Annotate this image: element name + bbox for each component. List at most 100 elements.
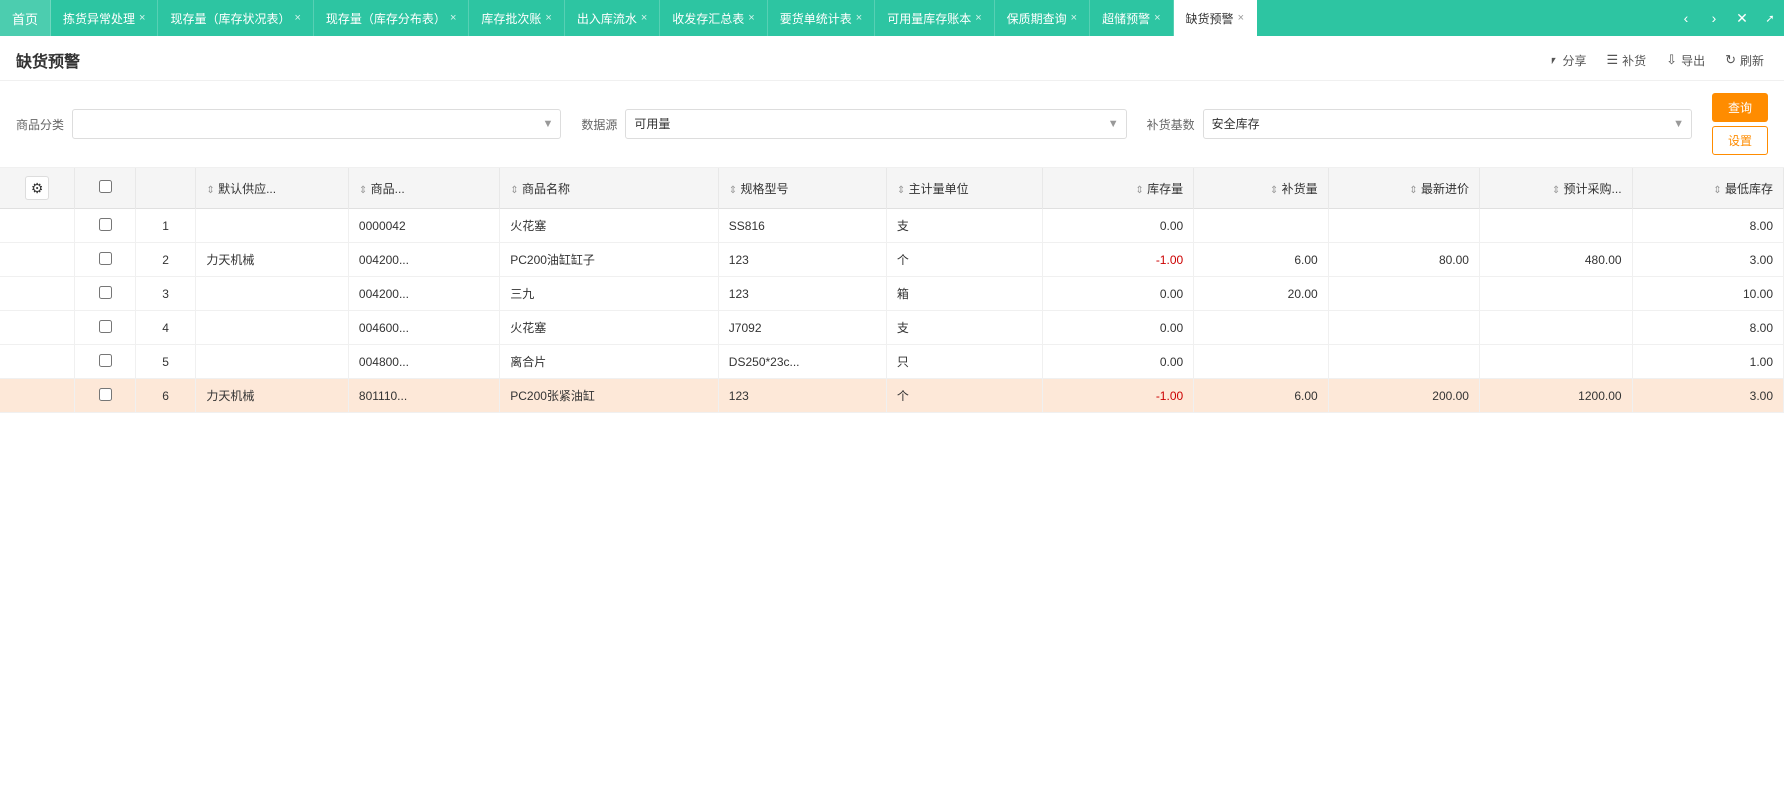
col-header-forecast[interactable]: ⇕ 预计采购...	[1479, 168, 1632, 209]
sort-icon-forecast: ⇕	[1552, 185, 1560, 196]
row-spec: DS250*23c...	[718, 345, 886, 379]
column-settings-icon[interactable]: ⚙	[25, 176, 49, 200]
row-checkbox[interactable]	[99, 320, 112, 333]
tab-available[interactable]: 可用量库存账本 ×	[875, 0, 994, 36]
data-table: ⚙ ⇕ 默认供应... ⇕ 商品... ⇕	[0, 168, 1784, 413]
row-checkbox-cell	[75, 311, 136, 345]
tab-close-collect[interactable]: ×	[748, 12, 754, 24]
row-stock: 0.00	[1042, 209, 1193, 243]
query-button[interactable]: 查询	[1712, 93, 1768, 122]
sort-icon-unit: ⇕	[897, 185, 905, 196]
tab-expiry[interactable]: 保质期查询 ×	[995, 0, 1090, 36]
row-min-stock: 1.00	[1632, 345, 1783, 379]
col-header-no	[135, 168, 196, 209]
tab-requisition[interactable]: 要货单统计表 ×	[768, 0, 875, 36]
row-checkbox-cell	[75, 209, 136, 243]
refresh-icon: ↻	[1725, 52, 1736, 68]
export-btn[interactable]: ⇩ 导出	[1662, 50, 1709, 71]
row-code: 004200...	[348, 243, 499, 277]
col-header-replenish[interactable]: ⇕ 补货量	[1194, 168, 1329, 209]
row-stock: 0.00	[1042, 345, 1193, 379]
row-name: 离合片	[500, 345, 719, 379]
replenish-select[interactable]: 安全库存 最低库存	[1203, 109, 1692, 139]
row-name: PC200油缸缸子	[500, 243, 719, 277]
page-header: 缺货预警 ⎖ 分享 ☰ 补货 ⇩ 导出 ↻ 刷新	[0, 36, 1784, 81]
row-number: 1	[135, 209, 196, 243]
table-header-row: ⚙ ⇕ 默认供应... ⇕ 商品... ⇕	[0, 168, 1784, 209]
row-checkbox[interactable]	[99, 252, 112, 265]
tab-close-all-btn[interactable]: ✕	[1728, 0, 1756, 36]
table-row: 10000042火花塞SS816支0.008.00	[0, 209, 1784, 243]
tab-close-requisition[interactable]: ×	[856, 12, 862, 24]
tab-close-overstock[interactable]: ×	[1154, 12, 1160, 24]
row-checkbox[interactable]	[99, 218, 112, 231]
category-select[interactable]	[72, 109, 561, 139]
tab-close-stock-status[interactable]: ×	[294, 12, 300, 24]
tab-expand-btn[interactable]: ➚	[1756, 0, 1784, 36]
col-label-stock: 库存量	[1147, 182, 1183, 196]
tab-shortage[interactable]: 缺货预警 ×	[1174, 0, 1257, 36]
col-header-price[interactable]: ⇕ 最新进价	[1328, 168, 1479, 209]
tab-close-expiry[interactable]: ×	[1071, 12, 1077, 24]
tab-prev-btn[interactable]: ‹	[1672, 0, 1700, 36]
select-all-checkbox[interactable]	[99, 180, 112, 193]
col-header-supplier[interactable]: ⇕ 默认供应...	[196, 168, 349, 209]
row-checkbox[interactable]	[99, 286, 112, 299]
tab-home[interactable]: 首页	[0, 0, 51, 36]
row-number: 4	[135, 311, 196, 345]
col-label-supplier: 默认供应...	[218, 182, 276, 196]
replenish-btn[interactable]: ☰ 补货	[1602, 50, 1650, 71]
tab-close-exception[interactable]: ×	[139, 12, 145, 24]
share-btn[interactable]: ⎖ 分享	[1544, 50, 1590, 71]
table-row: 2力天机械004200...PC200油缸缸子123个-1.006.0080.0…	[0, 243, 1784, 277]
tab-overstock[interactable]: 超储预警 ×	[1090, 0, 1173, 36]
row-number: 5	[135, 345, 196, 379]
sort-icon-price: ⇕	[1409, 185, 1417, 196]
row-replenish	[1194, 345, 1329, 379]
row-forecast: 1200.00	[1479, 379, 1632, 413]
tab-close-shortage[interactable]: ×	[1238, 12, 1244, 24]
col-header-name[interactable]: ⇕ 商品名称	[500, 168, 719, 209]
row-settings-cell	[0, 209, 75, 243]
row-stock: -1.00	[1042, 379, 1193, 413]
col-header-unit[interactable]: ⇕ 主计量单位	[886, 168, 1042, 209]
settings-button[interactable]: 设置	[1712, 126, 1768, 155]
row-checkbox[interactable]	[99, 354, 112, 367]
row-unit: 个	[886, 243, 1042, 277]
tab-stock-status[interactable]: 现存量（库存状况表） ×	[158, 0, 313, 36]
col-label-forecast: 预计采购...	[1564, 182, 1622, 196]
row-number: 6	[135, 379, 196, 413]
tab-batch[interactable]: 库存批次账 ×	[469, 0, 564, 36]
row-checkbox-cell	[75, 345, 136, 379]
row-checkbox-cell	[75, 379, 136, 413]
tab-inout[interactable]: 出入库流水 ×	[565, 0, 660, 36]
row-latest-price	[1328, 277, 1479, 311]
row-checkbox[interactable]	[99, 388, 112, 401]
tab-stock-dist[interactable]: 现存量（库存分布表） ×	[314, 0, 469, 36]
tab-close-stock-dist[interactable]: ×	[450, 12, 456, 24]
table-row: 3004200...三九123箱0.0020.0010.00	[0, 277, 1784, 311]
tab-collect[interactable]: 收发存汇总表 ×	[660, 0, 767, 36]
col-header-spec[interactable]: ⇕ 规格型号	[718, 168, 886, 209]
col-header-stock[interactable]: ⇕ 库存量	[1042, 168, 1193, 209]
table-body: 10000042火花塞SS816支0.008.002力天机械004200...P…	[0, 209, 1784, 413]
tab-exception[interactable]: 拣货异常处理 ×	[51, 0, 158, 36]
row-latest-price	[1328, 209, 1479, 243]
col-header-min-stock[interactable]: ⇕ 最低库存	[1632, 168, 1783, 209]
row-name: PC200张紧油缸	[500, 379, 719, 413]
replenish-select-wrapper: 安全库存 最低库存 ▼	[1203, 109, 1692, 139]
datasource-select[interactable]: 可用量 库存量	[625, 109, 1126, 139]
row-replenish: 6.00	[1194, 379, 1329, 413]
col-header-code[interactable]: ⇕ 商品...	[348, 168, 499, 209]
export-icon: ⇩	[1666, 52, 1677, 68]
tab-close-batch[interactable]: ×	[545, 12, 551, 24]
table-container: ⚙ ⇕ 默认供应... ⇕ 商品... ⇕	[0, 168, 1784, 796]
tab-close-inout[interactable]: ×	[641, 12, 647, 24]
sort-icon-supplier: ⇕	[206, 185, 214, 196]
refresh-btn[interactable]: ↻ 刷新	[1721, 50, 1768, 71]
category-label: 商品分类	[16, 116, 64, 133]
replenish-filter-group: 补货基数 安全库存 最低库存 ▼	[1147, 109, 1692, 139]
tab-next-btn[interactable]: ›	[1700, 0, 1728, 36]
row-unit: 箱	[886, 277, 1042, 311]
tab-close-available[interactable]: ×	[975, 12, 981, 24]
